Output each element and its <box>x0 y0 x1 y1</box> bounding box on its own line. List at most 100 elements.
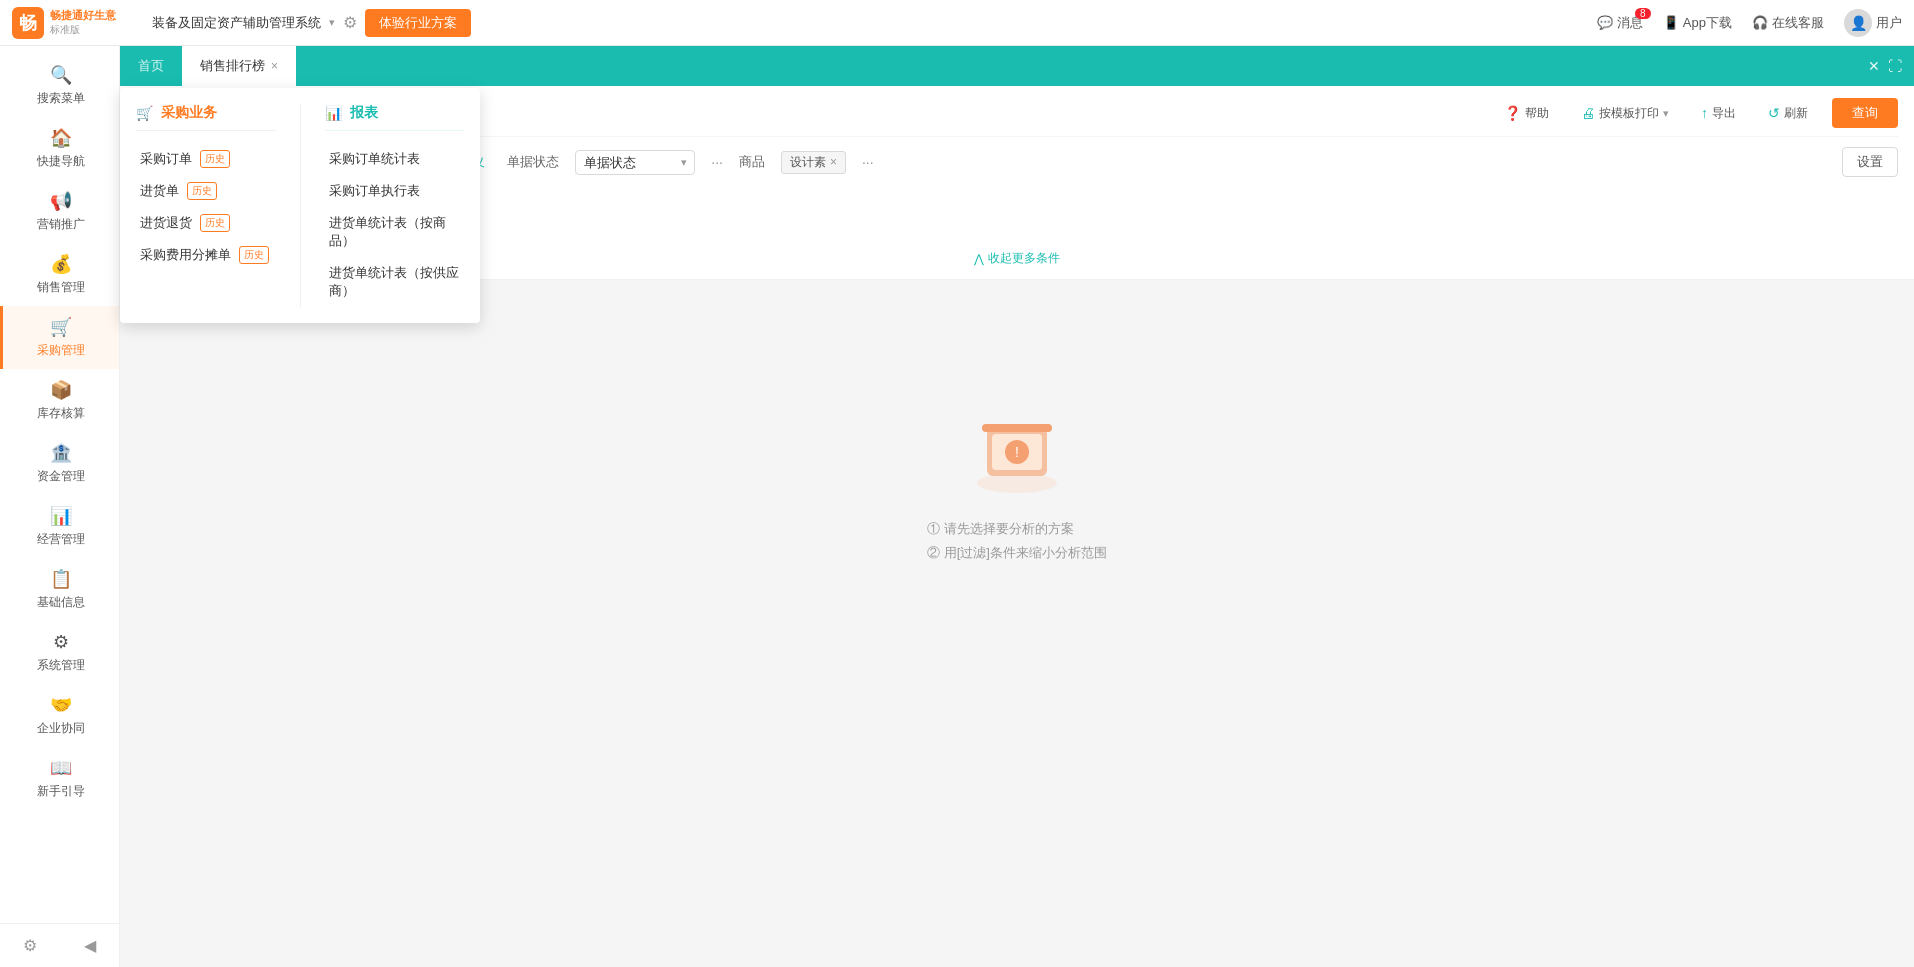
bill-status-more-btn[interactable]: ··· <box>711 154 723 170</box>
print-icon: 🖨 <box>1581 105 1595 121</box>
header-settings-icon[interactable]: ⚙ <box>343 13 357 32</box>
sidebar-label-finance: 资金管理 <box>37 468 85 485</box>
svg-text:!: ! <box>1015 444 1019 460</box>
goods-tag-close-btn[interactable]: × <box>830 155 837 169</box>
menu-item-report-0-label: 采购订单统计表 <box>329 150 420 168</box>
purchase-menu-icon: 🛒 <box>136 105 153 121</box>
sidebar-item-sales[interactable]: 💰 销售管理 <box>0 243 119 306</box>
industry-btn[interactable]: 体验行业方案 <box>365 9 471 37</box>
tab-sales-rank-label: 销售排行榜 <box>200 57 265 75</box>
bill-status-select-wrap: 单据状态 <box>575 150 695 175</box>
export-btn[interactable]: ↑ 导出 <box>1693 101 1744 126</box>
menu-item-purchase-return-label: 进货退货 <box>140 214 192 232</box>
menu-item-report-3[interactable]: 进货单统计表（按供应商） <box>325 257 465 307</box>
bill-status-select[interactable]: 单据状态 <box>575 150 695 175</box>
sidebar-label-quick-nav: 快捷导航 <box>37 153 85 170</box>
tab-home[interactable]: 首页 <box>120 46 182 86</box>
empty-state: ! 请先选择要分析的方案 用[过滤]条件来缩小分析范围 <box>120 280 1914 680</box>
sidebar-label-search: 搜索菜单 <box>37 90 85 107</box>
search-icon: 🔍 <box>50 64 72 86</box>
headset-icon: 🎧 <box>1752 15 1768 30</box>
avatar: 👤 <box>1844 9 1872 37</box>
marketing-icon: 📢 <box>50 190 72 212</box>
sidebar-label-basic: 基础信息 <box>37 594 85 611</box>
collapse-icon: ⋀ <box>974 252 984 266</box>
tab-bar-right: ✕ ⛶ <box>1868 58 1914 74</box>
sidebar-item-enterprise[interactable]: 🤝 企业协同 <box>0 684 119 747</box>
dropdown-arrow-icon[interactable]: ▾ <box>329 16 335 29</box>
inventory-icon: 📦 <box>50 379 72 401</box>
goods-label: 商品 <box>739 153 765 171</box>
help-label: 帮助 <box>1525 105 1549 122</box>
menu-col-report-header: 📊 报表 <box>325 104 465 131</box>
menu-item-report-1[interactable]: 采购订单执行表 <box>325 175 465 207</box>
logo-text: 畅捷通好生意 标准版 <box>50 8 116 37</box>
sidebar-item-basic[interactable]: 📋 基础信息 <box>0 558 119 621</box>
report-menu-title: 报表 <box>350 104 378 122</box>
user-label: 用户 <box>1876 14 1902 32</box>
message-icon: 💬 <box>1597 15 1613 30</box>
sidebar-item-search[interactable]: 🔍 搜索菜单 <box>0 54 119 117</box>
purchase-menu-title: 采购业务 <box>161 104 217 122</box>
sidebar-item-purchase[interactable]: 🛒 采购管理 <box>0 306 119 369</box>
sidebar-item-operations[interactable]: 📊 经营管理 <box>0 495 119 558</box>
print-btn[interactable]: 🖨 按模板打印 ▾ <box>1573 101 1677 126</box>
home-icon: 🏠 <box>50 127 72 149</box>
logo-area: 畅 畅捷通好生意 标准版 <box>12 7 132 39</box>
sidebar-item-marketing[interactable]: 📢 营销推广 <box>0 180 119 243</box>
menu-item-purchase-receipt[interactable]: 进货单 历史 <box>136 175 276 207</box>
tab-close-icon[interactable]: × <box>271 59 278 73</box>
menu-item-report-3-label: 进货单统计表（按供应商） <box>329 264 461 300</box>
sidebar-item-finance[interactable]: 🏦 资金管理 <box>0 432 119 495</box>
menu-item-report-0[interactable]: 采购订单统计表 <box>325 143 465 175</box>
query-btn[interactable]: 查询 <box>1832 98 1898 128</box>
hist-badge-0: 历史 <box>200 150 230 168</box>
refresh-icon: ↺ <box>1768 105 1780 121</box>
tab-fullscreen-btn[interactable]: ⛶ <box>1888 58 1902 74</box>
sidebar-label-sales: 销售管理 <box>37 279 85 296</box>
menu-divider <box>300 104 301 307</box>
app-download-label: App下载 <box>1683 14 1732 32</box>
menu-item-purchase-expense[interactable]: 采购费用分摊单 历史 <box>136 239 276 271</box>
online-service-btn[interactable]: 🎧 在线客服 <box>1752 14 1824 32</box>
tab-close-btn[interactable]: ✕ <box>1868 58 1880 74</box>
menu-item-purchase-expense-label: 采购费用分摊单 <box>140 246 231 264</box>
menu-col-report: 📊 报表 采购订单统计表 采购订单执行表 进货单统计表（按商品） 进货单统计表（… <box>325 104 465 307</box>
menu-item-purchase-return[interactable]: 进货退货 历史 <box>136 207 276 239</box>
hist-badge-3: 历史 <box>239 246 269 264</box>
collapse-label: 收起更多条件 <box>988 250 1060 267</box>
sidebar-item-inventory[interactable]: 📦 库存核算 <box>0 369 119 432</box>
menu-item-report-1-label: 采购订单执行表 <box>329 182 420 200</box>
help-btn[interactable]: ❓ 帮助 <box>1496 101 1557 126</box>
empty-tip-2: 用[过滤]条件来缩小分析范围 <box>927 544 1107 562</box>
sidebar-label-operations: 经营管理 <box>37 531 85 548</box>
settings-small-btn[interactable]: 设置 <box>1842 147 1898 177</box>
sidebar-label-purchase: 采购管理 <box>37 342 85 359</box>
sidebar-item-newbie[interactable]: 📖 新手引导 <box>0 747 119 810</box>
online-service-label: 在线客服 <box>1772 14 1824 32</box>
goods-more-btn[interactable]: ··· <box>862 154 874 170</box>
menu-item-report-2[interactable]: 进货单统计表（按商品） <box>325 207 465 257</box>
menu-item-purchase-receipt-label: 进货单 <box>140 182 179 200</box>
sidebar-bottom: ⚙ ◀ <box>0 923 119 967</box>
dropdown-menu: 🛒 采购业务 采购订单 历史 进货单 历史 进货退货 历史 采购费用分摊单 历史… <box>120 88 480 323</box>
report-menu-icon: 📊 <box>325 105 342 121</box>
export-icon: ↑ <box>1701 105 1708 121</box>
sidebar-collapse-btn[interactable]: ◀ <box>84 936 96 955</box>
sidebar: 🔍 搜索菜单 🏠 快捷导航 📢 营销推广 💰 销售管理 🛒 采购管理 📦 库存核… <box>0 46 120 967</box>
user-btn[interactable]: 👤 用户 <box>1844 9 1902 37</box>
sidebar-item-quick-nav[interactable]: 🏠 快捷导航 <box>0 117 119 180</box>
sidebar-item-system[interactable]: ⚙ 系统管理 <box>0 621 119 684</box>
bill-status-label: 单据状态 <box>507 153 559 171</box>
empty-illustration: ! <box>962 398 1072 508</box>
system-icon: ⚙ <box>53 631 69 653</box>
menu-item-purchase-order[interactable]: 采购订单 历史 <box>136 143 276 175</box>
messages-btn[interactable]: 💬 消息 8 <box>1597 14 1643 32</box>
sidebar-settings-btn[interactable]: ⚙ <box>23 936 37 955</box>
app-download-btn[interactable]: 📱 App下载 <box>1663 14 1732 32</box>
empty-svg: ! <box>962 398 1072 508</box>
refresh-btn[interactable]: ↺ 刷新 <box>1760 101 1816 126</box>
menu-item-report-2-label: 进货单统计表（按商品） <box>329 214 461 250</box>
collapse-btn[interactable]: ⋀ 收起更多条件 <box>974 250 1060 267</box>
tab-sales-rank[interactable]: 销售排行榜 × <box>182 46 296 86</box>
